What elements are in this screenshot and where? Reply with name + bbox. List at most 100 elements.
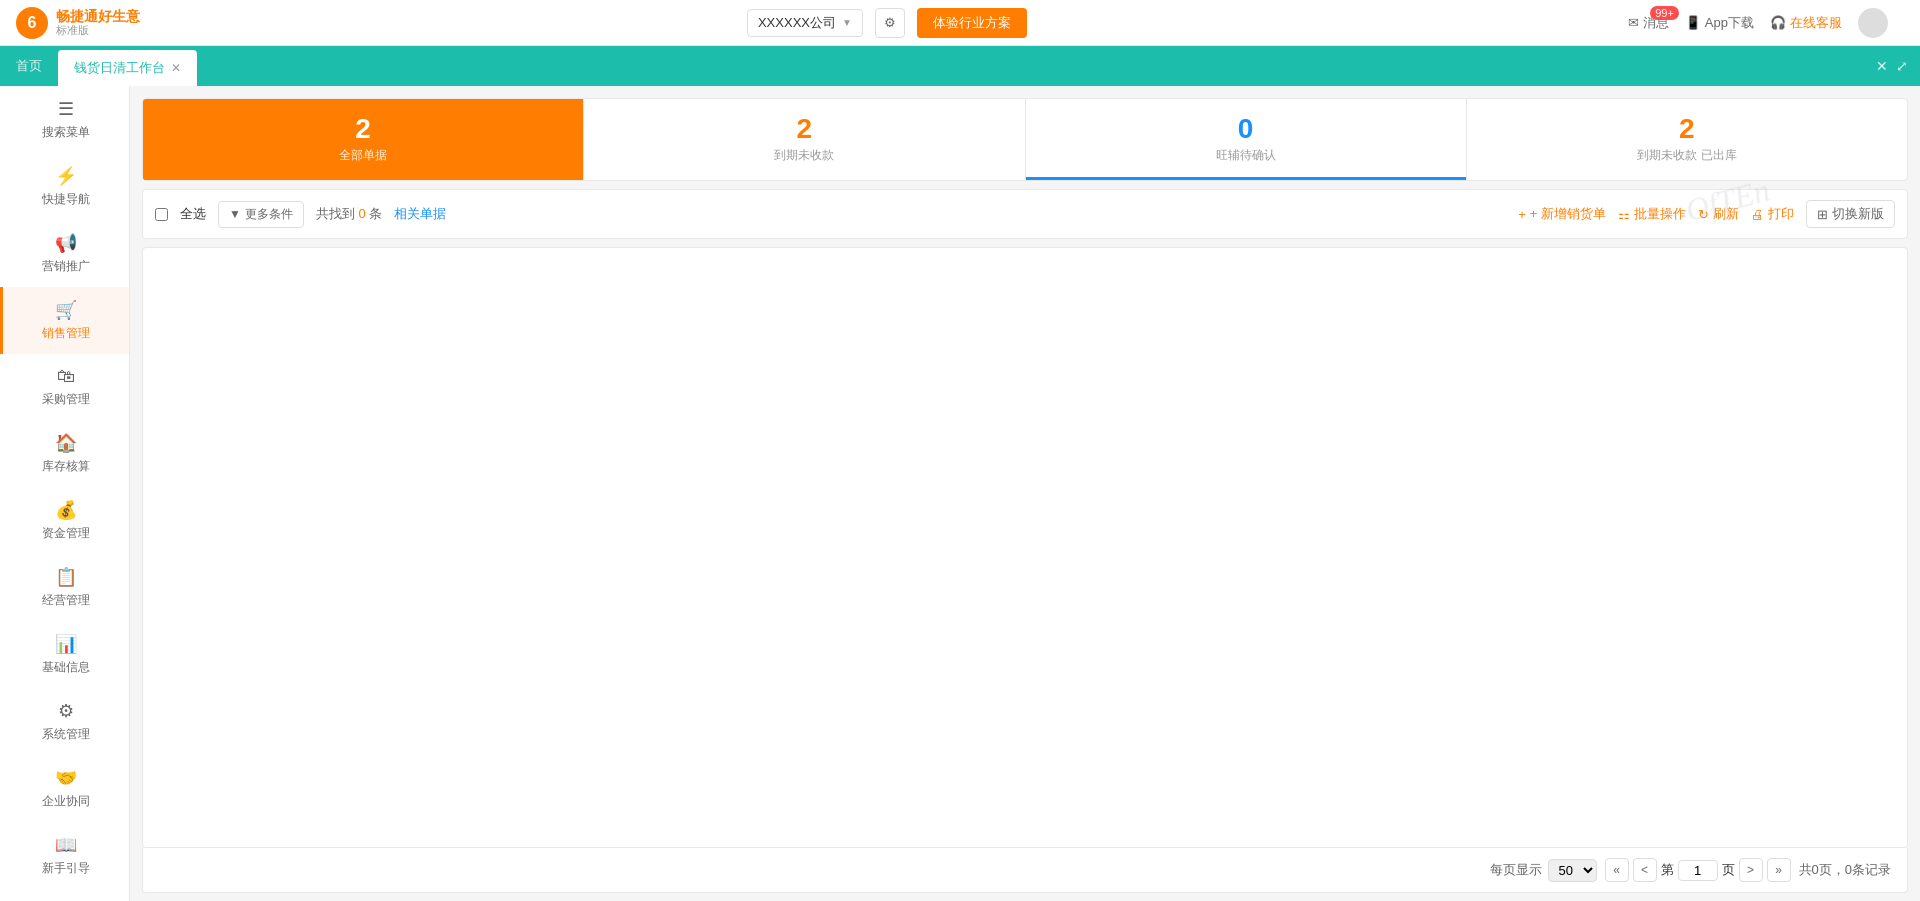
toolbar: 全选 ▼ 更多条件 共找到 0 条 相关单据 + + 新增销货单 ⚏ bbox=[142, 189, 1908, 239]
experience-button[interactable]: 体验行业方案 bbox=[917, 8, 1027, 38]
sidebar-item-operations[interactable]: 📋 经营管理 bbox=[0, 554, 129, 621]
summary-card-shipped[interactable]: 2 到期未收款 已出库 bbox=[1467, 99, 1907, 180]
per-page-label: 每页显示 bbox=[1490, 861, 1542, 879]
user-avatar[interactable] bbox=[1858, 8, 1888, 38]
sidebar-item-marketing[interactable]: 📢 营销推广 bbox=[0, 220, 129, 287]
per-page-selector: 每页显示 50 bbox=[1490, 859, 1597, 882]
app-subtitle: 标准版 bbox=[56, 24, 140, 37]
sidebar-item-finance[interactable]: 💰 资金管理 bbox=[0, 487, 129, 554]
last-page-button[interactable]: » bbox=[1767, 858, 1791, 882]
top-header: 6 畅捷通好生意 标准版 XXXXXX公司 ▼ ⚙ 体验行业方案 ✉ 消息 99… bbox=[0, 0, 1920, 46]
switch-icon: ⊞ bbox=[1817, 207, 1828, 222]
per-page-select[interactable]: 50 bbox=[1548, 859, 1597, 882]
prev-page-button[interactable]: < bbox=[1633, 858, 1657, 882]
tab-home-label: 首页 bbox=[16, 57, 42, 75]
sidebar-marketing-label: 营销推广 bbox=[42, 258, 90, 275]
page-suffix: 页 bbox=[1722, 861, 1735, 879]
card-underline-shipped bbox=[1467, 177, 1907, 180]
tab-close-action[interactable]: ✕ bbox=[1876, 58, 1888, 74]
sidebar-item-system[interactable]: ⚙ 系统管理 bbox=[0, 688, 129, 755]
app-download-button[interactable]: 📱 App下载 bbox=[1685, 14, 1754, 32]
tab-home[interactable]: 首页 bbox=[0, 46, 58, 86]
logo-icon: 6 bbox=[16, 7, 48, 39]
summary-card-pending[interactable]: 0 旺辅待确认 bbox=[1026, 99, 1467, 180]
purchase-icon: 🛍 bbox=[57, 366, 75, 387]
found-prefix: 共找到 bbox=[316, 206, 355, 221]
service-icon: 🎧 bbox=[1770, 15, 1786, 30]
select-all-label: 全选 bbox=[180, 205, 206, 223]
switch-label: 切换新版 bbox=[1832, 205, 1884, 223]
refresh-icon: ↻ bbox=[1698, 207, 1709, 222]
batch-operation-button[interactable]: ⚏ 批量操作 bbox=[1618, 205, 1686, 223]
card-label-shipped: 到期未收款 已出库 bbox=[1487, 147, 1887, 164]
sales-icon: 🛒 bbox=[55, 299, 77, 321]
basic-info-icon: 📊 bbox=[55, 633, 77, 655]
switch-version-button[interactable]: ⊞ 切换新版 bbox=[1806, 200, 1895, 228]
tab-expand-action[interactable]: ⤢ bbox=[1896, 58, 1908, 74]
card-label-all: 全部单据 bbox=[163, 147, 563, 164]
sidebar-system-label: 系统管理 bbox=[42, 726, 90, 743]
company-name: XXXXXX公司 bbox=[758, 14, 836, 32]
toolbar-right: + + 新增销货单 ⚏ 批量操作 ↻ 刷新 🖨 打印 ⊞ 切换新版 bbox=[1518, 200, 1895, 228]
sidebar-item-quicknav[interactable]: ⚡ 快捷导航 bbox=[0, 153, 129, 220]
finance-icon: 💰 bbox=[55, 499, 77, 521]
system-icon: ⚙ bbox=[58, 700, 74, 722]
sidebar-item-sales[interactable]: 🛒 销售管理 bbox=[0, 287, 129, 354]
app-download-label: App下载 bbox=[1705, 14, 1754, 32]
filter-label: 更多条件 bbox=[245, 206, 293, 223]
page-input[interactable] bbox=[1678, 860, 1718, 881]
print-icon: 🖨 bbox=[1751, 207, 1764, 222]
sidebar-item-guide[interactable]: 📖 新手引导 bbox=[0, 822, 129, 889]
tab-workbench[interactable]: 钱货日清工作台 ✕ bbox=[58, 50, 197, 86]
select-all-checkbox[interactable] bbox=[155, 208, 168, 221]
next-page-button[interactable]: > bbox=[1739, 858, 1763, 882]
summary-card-overdue[interactable]: 2 到期未收款 bbox=[584, 99, 1025, 180]
tab-close-icon[interactable]: ✕ bbox=[171, 61, 181, 75]
card-count-pending: 0 bbox=[1046, 115, 1446, 143]
sidebar-search-label: 搜索菜单 bbox=[42, 124, 90, 141]
online-service-button[interactable]: 🎧 在线客服 bbox=[1770, 14, 1842, 32]
found-unit: 条 bbox=[369, 206, 382, 221]
first-page-button[interactable]: « bbox=[1605, 858, 1629, 882]
inventory-icon: 🏠 bbox=[55, 432, 77, 454]
tab-workbench-label: 钱货日清工作台 bbox=[74, 59, 165, 77]
summary-card-all[interactable]: 2 全部单据 bbox=[143, 99, 584, 180]
refresh-button[interactable]: ↻ 刷新 bbox=[1698, 205, 1739, 223]
sidebar-item-appcenter[interactable]: 📦 应用中心 bbox=[0, 889, 129, 901]
sidebar: ☰ 搜索菜单 ⚡ 快捷导航 📢 营销推广 🛒 销售管理 🛍 采购管理 🏠 库存核… bbox=[0, 86, 130, 901]
add-sales-order-button[interactable]: + + 新增销货单 bbox=[1518, 205, 1606, 223]
pagination: 每页显示 50 « < 第 页 > » 共0页，0条记录 bbox=[142, 848, 1908, 893]
filter-button[interactable]: ▼ 更多条件 bbox=[218, 201, 304, 228]
card-underline-all bbox=[143, 177, 583, 180]
batch-label: 批量操作 bbox=[1634, 205, 1686, 223]
sidebar-item-inventory[interactable]: 🏠 库存核算 bbox=[0, 420, 129, 487]
total-info: 共0页，0条记录 bbox=[1799, 861, 1891, 879]
chevron-down-icon: ▼ bbox=[842, 17, 852, 28]
operations-icon: 📋 bbox=[55, 566, 77, 588]
found-text: 共找到 0 条 bbox=[316, 205, 382, 223]
quicknav-icon: ⚡ bbox=[55, 165, 77, 187]
card-label-pending: 旺辅待确认 bbox=[1046, 147, 1446, 164]
sidebar-item-enterprise[interactable]: 🤝 企业协同 bbox=[0, 755, 129, 822]
batch-icon: ⚏ bbox=[1618, 207, 1630, 222]
header-center: XXXXXX公司 ▼ ⚙ 体验行业方案 bbox=[747, 8, 1027, 38]
sidebar-inventory-label: 库存核算 bbox=[42, 458, 90, 475]
sidebar-guide-label: 新手引导 bbox=[42, 860, 90, 877]
company-selector[interactable]: XXXXXX公司 ▼ bbox=[747, 9, 863, 37]
card-underline-pending bbox=[1026, 177, 1466, 180]
related-docs-button[interactable]: 相关单据 bbox=[394, 205, 446, 223]
sidebar-item-basic[interactable]: 📊 基础信息 bbox=[0, 621, 129, 688]
message-icon: ✉ bbox=[1628, 15, 1639, 30]
sidebar-item-search[interactable]: ☰ 搜索菜单 bbox=[0, 86, 129, 153]
sidebar-quicknav-label: 快捷导航 bbox=[42, 191, 90, 208]
marketing-icon: 📢 bbox=[55, 232, 77, 254]
download-icon: 📱 bbox=[1685, 15, 1701, 30]
print-button[interactable]: 🖨 打印 bbox=[1751, 205, 1794, 223]
message-button[interactable]: ✉ 消息 99+ bbox=[1628, 14, 1669, 32]
refresh-label: 刷新 bbox=[1713, 205, 1739, 223]
sidebar-sales-label: 销售管理 bbox=[42, 325, 90, 342]
settings-button[interactable]: ⚙ bbox=[875, 8, 905, 38]
card-count-overdue: 2 bbox=[604, 115, 1004, 143]
page-navigation: « < 第 页 > » bbox=[1605, 858, 1791, 882]
sidebar-item-purchase[interactable]: 🛍 采购管理 bbox=[0, 354, 129, 420]
